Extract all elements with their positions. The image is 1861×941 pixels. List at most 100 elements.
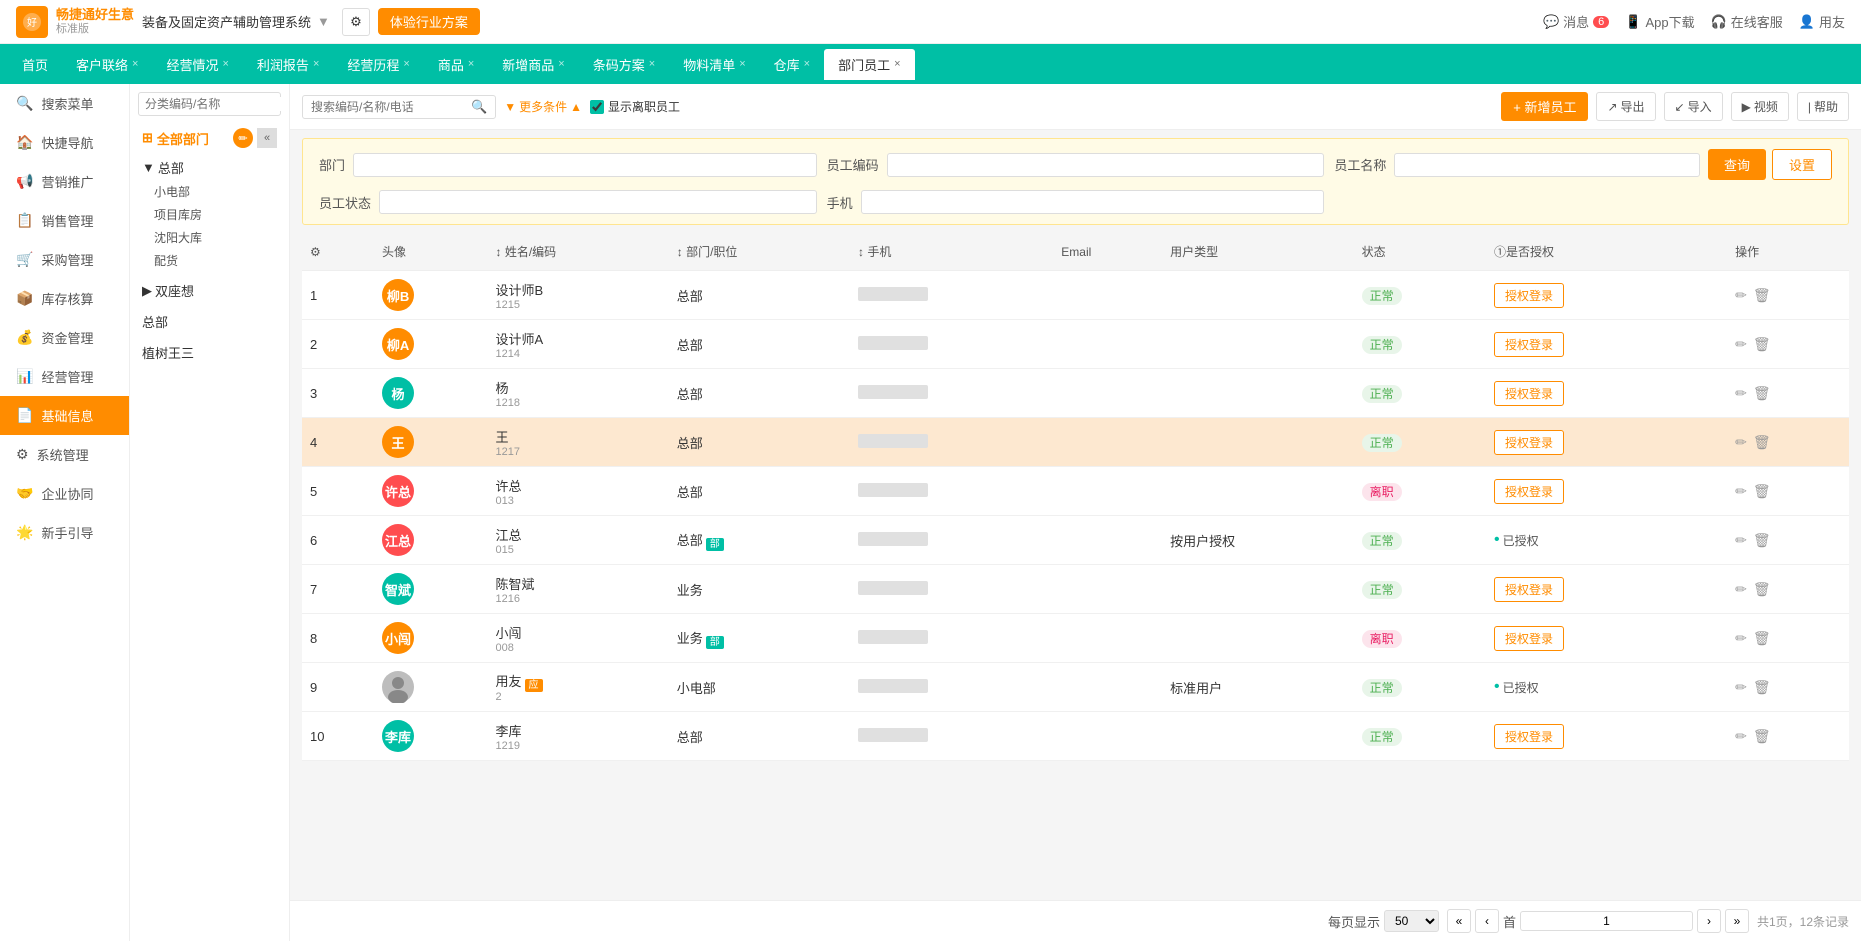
sidebar-item-manage[interactable]: 📊 经营管理 <box>0 357 129 396</box>
sidebar-item-search[interactable]: 🔍 搜索菜单 <box>0 84 129 123</box>
settings-button[interactable]: 设置 <box>1772 149 1832 180</box>
last-page-button[interactable]: » <box>1725 909 1749 933</box>
trial-button[interactable]: 体验行业方案 <box>378 8 480 35</box>
delete-icon[interactable]: 🗑 <box>1753 532 1771 549</box>
edit-icon[interactable]: ✏ <box>1735 679 1747 696</box>
edit-icon[interactable]: ✏ <box>1735 287 1747 304</box>
chevron-down-icon[interactable]: ▼ <box>317 14 330 29</box>
dept-item-peihuo[interactable]: 配货 <box>150 249 281 272</box>
close-icon[interactable]: × <box>468 58 474 70</box>
edit-icon[interactable]: ✏ <box>1735 385 1747 402</box>
close-icon[interactable]: × <box>403 58 409 70</box>
tab-department[interactable]: 部门员工× <box>824 49 914 80</box>
tab-bom[interactable]: 物料清单× <box>669 49 759 80</box>
delete-icon[interactable]: 🗑 <box>1753 679 1771 696</box>
auth-login-button[interactable]: 授权登录 <box>1494 479 1564 504</box>
dept-group-toggle3[interactable]: 总部 <box>138 309 281 334</box>
sidebar-item-quicknav[interactable]: 🏠 快捷导航 <box>0 123 129 162</box>
dept-collapse-button[interactable]: « <box>257 128 277 148</box>
edit-icon[interactable]: ✏ <box>1735 434 1747 451</box>
dept-item-project[interactable]: 项目库房 <box>150 203 281 226</box>
more-filter-button[interactable]: ▼ 更多条件 ▲ <box>504 98 582 115</box>
sidebar-item-marketing[interactable]: 📢 营销推广 <box>0 162 129 201</box>
auth-login-button[interactable]: 授权登录 <box>1494 381 1564 406</box>
close-icon[interactable]: × <box>132 58 138 70</box>
sidebar-item-system[interactable]: ⚙ 系统管理 <box>0 435 129 474</box>
edit-icon[interactable]: ✏ <box>1735 483 1747 500</box>
close-icon[interactable]: × <box>313 58 319 70</box>
col-settings[interactable]: ⚙ <box>302 233 374 271</box>
tab-barcode[interactable]: 条码方案× <box>579 49 669 80</box>
export-button[interactable]: ↗ 导出 <box>1596 92 1655 121</box>
phone-input[interactable] <box>861 190 1325 214</box>
close-icon[interactable]: × <box>649 58 655 70</box>
all-dept-button[interactable]: ⊞ 全部部门 <box>142 129 209 148</box>
delete-icon[interactable]: 🗑 <box>1753 287 1771 304</box>
add-employee-button[interactable]: + 新增员工 <box>1501 92 1588 121</box>
auth-login-button[interactable]: 授权登录 <box>1494 577 1564 602</box>
first-page-button[interactable]: « <box>1447 909 1471 933</box>
dept-group-toggle2[interactable]: ▶ 双座想 <box>138 278 281 303</box>
close-icon[interactable]: × <box>739 58 745 70</box>
page-number-input[interactable] <box>1520 911 1693 931</box>
prev-page-button[interactable]: ‹ <box>1475 909 1499 933</box>
edit-icon[interactable]: ✏ <box>1735 581 1747 598</box>
dept-item-xiaodiande[interactable]: 小电部 <box>150 180 281 203</box>
delete-icon[interactable]: 🗑 <box>1753 385 1771 402</box>
sidebar-item-collab[interactable]: 🤝 企业协同 <box>0 474 129 513</box>
tab-customer[interactable]: 客户联络× <box>62 49 152 80</box>
auth-login-button[interactable]: 授权登录 <box>1494 626 1564 651</box>
resigned-checkbox[interactable] <box>590 100 604 114</box>
tab-home[interactable]: 首页 <box>8 49 62 80</box>
emp-code-input[interactable] <box>887 153 1325 177</box>
col-name[interactable]: ↕ 姓名/编码 <box>487 233 668 271</box>
close-icon[interactable]: × <box>222 58 228 70</box>
dept-edit-button[interactable]: ✏ <box>233 128 253 148</box>
emp-name-input[interactable] <box>1394 153 1700 177</box>
close-icon[interactable]: × <box>894 58 900 70</box>
col-phone[interactable]: ↕ 手机 <box>850 233 1053 271</box>
message-button[interactable]: 💬 消息 6 <box>1543 12 1609 31</box>
dept-group-toggle4[interactable]: 植树王三 <box>138 340 281 365</box>
dept-item-shenyang[interactable]: 沈阳大库 <box>150 226 281 249</box>
sidebar-item-sales[interactable]: 📋 销售管理 <box>0 201 129 240</box>
edit-icon[interactable]: ✏ <box>1735 336 1747 353</box>
app-download-button[interactable]: 📱 App下载 <box>1625 12 1694 31</box>
sidebar-item-guide[interactable]: 🌟 新手引导 <box>0 513 129 552</box>
sidebar-item-inventory[interactable]: 📦 库存核算 <box>0 279 129 318</box>
delete-icon[interactable]: 🗑 <box>1753 630 1771 647</box>
sidebar-item-basic[interactable]: 📄 基础信息 <box>0 396 129 435</box>
tab-goods[interactable]: 商品× <box>424 49 488 80</box>
auth-login-button[interactable]: 授权登录 <box>1494 430 1564 455</box>
auth-login-button[interactable]: 授权登录 <box>1494 332 1564 357</box>
edit-icon[interactable]: ✏ <box>1735 532 1747 549</box>
search-button[interactable]: 查询 <box>1708 149 1766 180</box>
next-page-button[interactable]: › <box>1697 909 1721 933</box>
per-page-select[interactable]: 50 20 100 <box>1384 910 1439 932</box>
edit-icon[interactable]: ✏ <box>1735 728 1747 745</box>
online-support-button[interactable]: 🎧 在线客服 <box>1711 12 1783 31</box>
edit-icon[interactable]: ✏ <box>1735 630 1747 647</box>
auth-login-button[interactable]: 授权登录 <box>1494 283 1564 308</box>
close-icon[interactable]: × <box>558 58 564 70</box>
tab-operation[interactable]: 经营情况× <box>152 49 242 80</box>
show-resigned-checkbox[interactable]: 显示离职员工 <box>590 98 680 115</box>
tab-add-goods[interactable]: 新增商品× <box>488 49 578 80</box>
auth-login-button[interactable]: 授权登录 <box>1494 724 1564 749</box>
delete-icon[interactable]: 🗑 <box>1753 336 1771 353</box>
tab-warehouse[interactable]: 仓库× <box>760 49 824 80</box>
import-button[interactable]: ↙ 导入 <box>1664 92 1723 121</box>
delete-icon[interactable]: 🗑 <box>1753 728 1771 745</box>
delete-icon[interactable]: 🗑 <box>1753 434 1771 451</box>
sidebar-item-finance[interactable]: 💰 资金管理 <box>0 318 129 357</box>
col-dept[interactable]: ↕ 部门/职位 <box>669 233 850 271</box>
user-button[interactable]: 👤 用友 <box>1799 12 1845 31</box>
help-button[interactable]: | 帮助 <box>1797 92 1849 121</box>
tab-history[interactable]: 经营历程× <box>333 49 423 80</box>
tab-profit[interactable]: 利润报告× <box>243 49 333 80</box>
dept-filter-select[interactable] <box>353 153 817 177</box>
dept-search-input[interactable] <box>145 97 290 111</box>
sidebar-item-purchase[interactable]: 🛒 采购管理 <box>0 240 129 279</box>
emp-status-select[interactable] <box>379 190 817 214</box>
delete-icon[interactable]: 🗑 <box>1753 581 1771 598</box>
